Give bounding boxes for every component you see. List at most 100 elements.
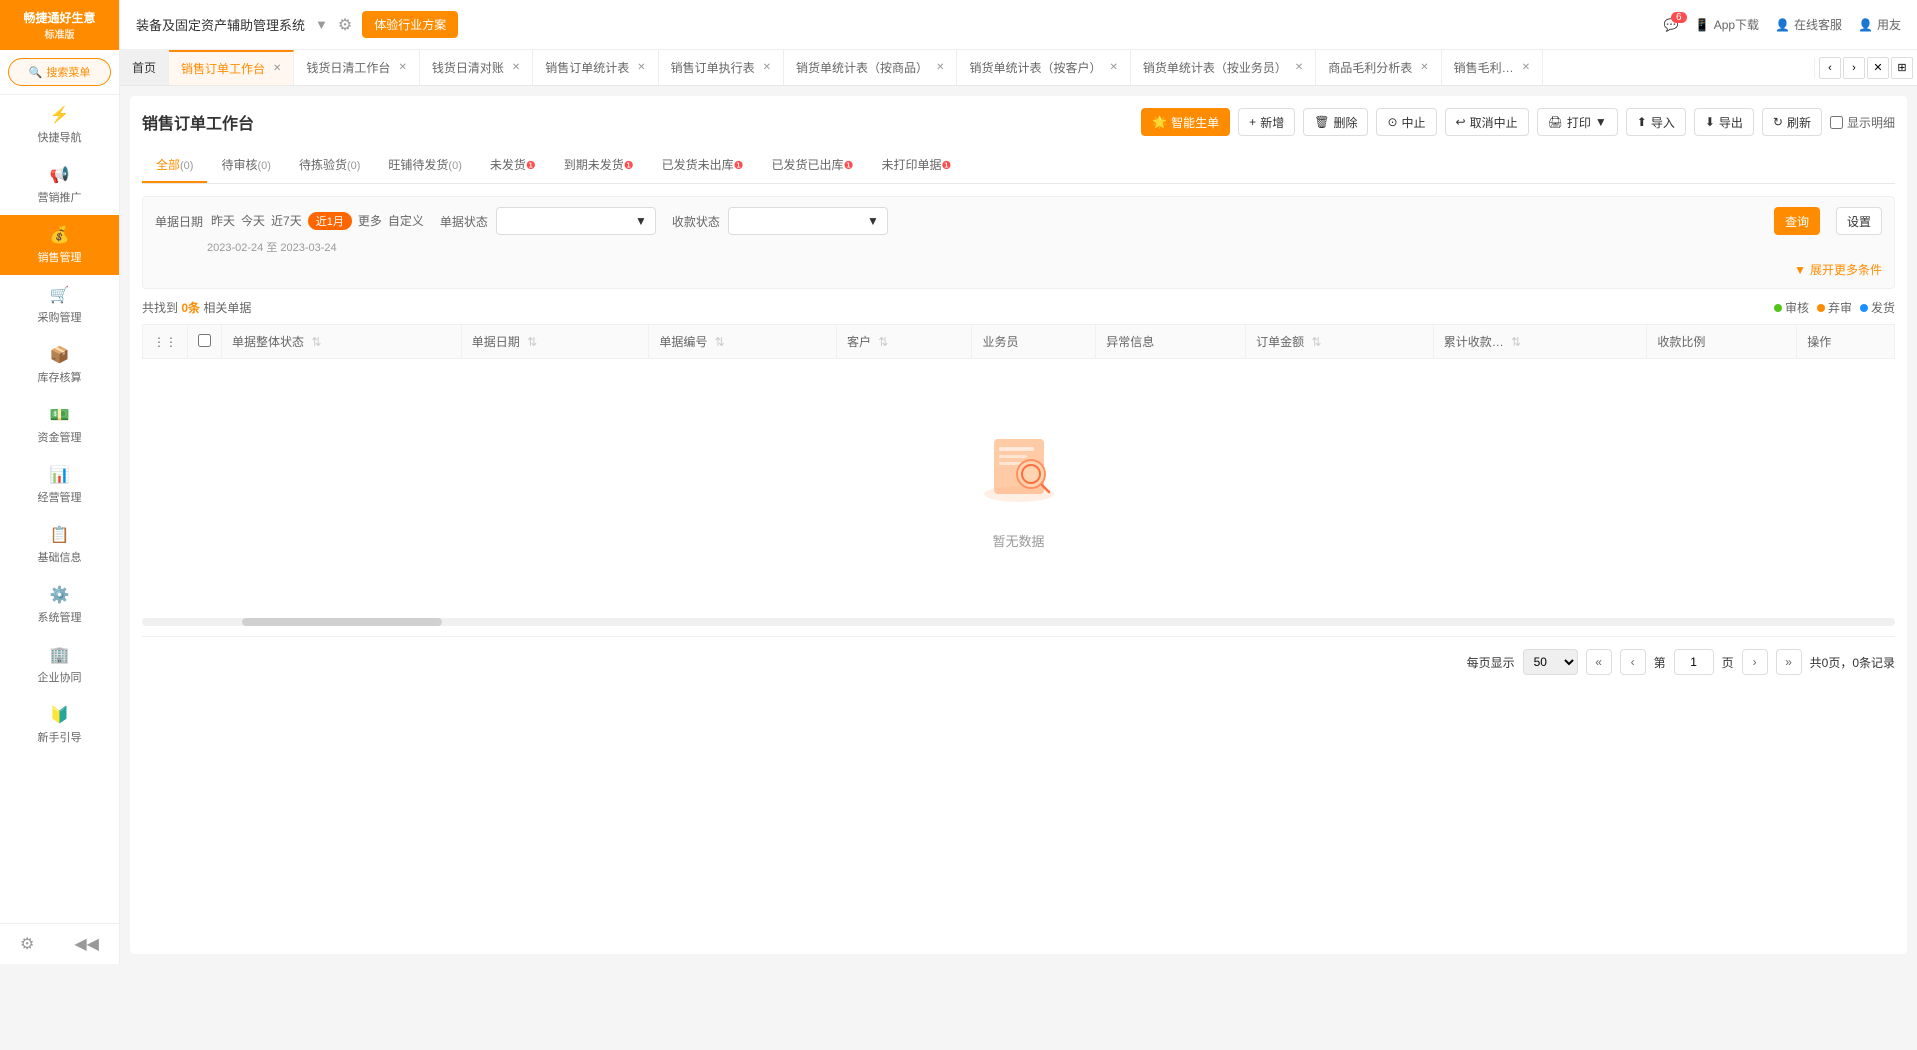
empty-illustration [969, 419, 1069, 519]
payment-select[interactable]: ▼ [728, 207, 888, 235]
search-menu-button[interactable]: 🔍 搜索菜单 [8, 58, 111, 86]
sidebar-item-basic-info[interactable]: 📋 基础信息 [0, 515, 119, 575]
sidebar-item-operations[interactable]: 📊 经营管理 [0, 455, 119, 515]
status-filter-label: 单据状态 [440, 213, 488, 230]
date-today[interactable]: 今天 [241, 212, 265, 230]
tab-close-button[interactable]: ✕ [1420, 62, 1428, 73]
plus-icon: + [1249, 115, 1256, 129]
tab-label: 销售订单工作台 [181, 60, 265, 77]
status-select[interactable]: ▼ [496, 207, 656, 235]
message-button[interactable]: 💬 6 [1664, 18, 1679, 32]
col-order-amount[interactable]: 订单金额 ⇅ [1246, 325, 1434, 359]
tab-sales-stats[interactable]: 销售订单统计表 ✕ [533, 50, 658, 86]
export-button[interactable]: ⬇ 导出 [1694, 108, 1754, 136]
app-download-link[interactable]: 📱 App下载 [1695, 16, 1759, 33]
sub-tab-shipped-not-out[interactable]: 已发货未出库❶ [648, 148, 758, 183]
first-page-button[interactable]: « [1586, 649, 1612, 675]
system-dropdown-button[interactable]: ▼ [315, 17, 328, 32]
filter-settings-button[interactable]: 设置 [1836, 207, 1882, 235]
date-custom[interactable]: 自定义 [388, 212, 424, 230]
sidebar-item-system-mgmt[interactable]: ⚙️ 系统管理 [0, 575, 119, 635]
sidebar-item-inventory[interactable]: 📦 库存核算 [0, 335, 119, 395]
tab-close-button[interactable]: ✕ [1109, 62, 1117, 73]
query-button[interactable]: 查询 [1774, 207, 1820, 235]
cancel-suspend-button[interactable]: ↩ 取消中止 [1445, 108, 1529, 136]
tab-close-button[interactable]: ✕ [273, 63, 281, 74]
tab-sales-by-staff[interactable]: 销货单统计表（按业务员） ✕ [1131, 50, 1316, 86]
tab-cash-reconcile[interactable]: 钱货日清对账 ✕ [420, 50, 533, 86]
expand-filter-button[interactable]: ▼ 展开更多条件 [1794, 261, 1882, 278]
table-header-row: ⋮⋮ 单据整体状态 ⇅ 单据日期 ⇅ 单据编号 ⇅ 客户 [143, 325, 1895, 359]
user-menu-button[interactable]: 👤 用友 [1858, 16, 1901, 33]
tab-sales-gross[interactable]: 销售毛利… ✕ [1442, 50, 1543, 86]
sub-tab-unshipped[interactable]: 未发货❶ [476, 148, 550, 183]
tab-next-button[interactable]: › [1843, 57, 1865, 79]
sidebar-item-quick-nav[interactable]: ⚡ 快捷导航 [0, 95, 119, 155]
import-button[interactable]: ⬆ 导入 [1626, 108, 1686, 136]
tab-sales-exec[interactable]: 销售订单执行表 ✕ [659, 50, 784, 86]
tab-home[interactable]: 首页 [120, 50, 169, 86]
sub-tab-pending-check[interactable]: 待拣验货(0) [285, 148, 374, 183]
horizontal-scrollbar[interactable] [142, 618, 1895, 626]
tab-close-button[interactable]: ✕ [512, 62, 520, 73]
tab-close-button[interactable]: ✕ [1295, 62, 1303, 73]
last-page-button[interactable]: » [1776, 649, 1802, 675]
tab-sales-workbench[interactable]: 销售订单工作台 ✕ [169, 50, 294, 86]
tab-close-all-button[interactable]: ✕ [1867, 57, 1889, 79]
show-details-checkbox[interactable] [1830, 116, 1843, 129]
bulk-abandon-button[interactable]: 弃审 [1817, 299, 1852, 316]
sub-tab-unprinted[interactable]: 未打印单据❶ [867, 148, 965, 183]
sidebar-item-label: 营销推广 [38, 189, 82, 205]
tab-cash-clearance[interactable]: 钱货日清工作台 ✕ [294, 50, 419, 86]
date-yesterday[interactable]: 昨天 [211, 212, 235, 230]
delete-button[interactable]: 🗑 删除 [1303, 108, 1368, 136]
prev-page-button[interactable]: ‹ [1620, 649, 1646, 675]
tab-close-button[interactable]: ✕ [763, 62, 771, 73]
scroll-thumb[interactable] [242, 618, 442, 626]
tab-prev-button[interactable]: ‹ [1819, 57, 1841, 79]
sidebar-item-sales-mgmt[interactable]: 💰 销售管理 [0, 215, 119, 275]
sidebar-item-purchase-mgmt[interactable]: 🛒 采购管理 [0, 275, 119, 335]
add-button[interactable]: + 新增 [1238, 108, 1295, 136]
sidebar-item-enterprise[interactable]: 🏢 企业协同 [0, 635, 119, 695]
sub-tab-all[interactable]: 全部(0) [142, 148, 207, 183]
sub-tab-shipped-out[interactable]: 已发货已出库❶ [758, 148, 868, 183]
sidebar-item-new-guide[interactable]: 🔰 新手引导 [0, 695, 119, 755]
payment-filter-group: 收款状态 ▼ [672, 207, 888, 235]
page-size-select[interactable]: 20 50 100 200 [1523, 649, 1578, 675]
page-number-input[interactable] [1674, 649, 1714, 675]
settings-gear-button[interactable]: ⚙ [20, 934, 34, 954]
tab-maximize-button[interactable]: ⊞ [1891, 57, 1913, 79]
date-last7[interactable]: 近7天 [271, 212, 302, 230]
sub-tab-overdue-unshipped[interactable]: 到期未发货❶ [550, 148, 648, 183]
suspend-button[interactable]: ⊙ 中止 [1376, 108, 1436, 136]
tab-close-button[interactable]: ✕ [398, 62, 406, 73]
sidebar-item-finance[interactable]: 💵 资金管理 [0, 395, 119, 455]
print-button[interactable]: 🖨 打印 ▼ [1537, 108, 1618, 136]
collapse-sidebar-button[interactable]: ◀◀ [74, 934, 99, 954]
online-service-link[interactable]: 👤 在线客服 [1775, 16, 1842, 33]
header-settings-button[interactable]: ⚙ [338, 15, 352, 35]
date-more[interactable]: 更多 [358, 212, 382, 230]
tab-close-button[interactable]: ✕ [936, 62, 944, 73]
select-all-checkbox[interactable] [198, 334, 211, 347]
tab-close-button[interactable]: ✕ [637, 62, 645, 73]
bulk-review-button[interactable]: 审核 [1774, 299, 1809, 316]
next-page-button[interactable]: › [1742, 649, 1768, 675]
tab-sales-by-product[interactable]: 销货单统计表（按商品） ✕ [784, 50, 957, 86]
sidebar-item-marketing[interactable]: 📢 营销推广 [0, 155, 119, 215]
sub-tab-pending-review[interactable]: 待审核(0) [207, 148, 284, 183]
bulk-ship-button[interactable]: 发货 [1860, 299, 1895, 316]
smart-create-button[interactable]: 🌟 智能生单 [1141, 108, 1230, 136]
col-doc-date[interactable]: 单据日期 ⇅ [461, 325, 649, 359]
refresh-button[interactable]: ↻ 刷新 [1762, 108, 1822, 136]
col-customer[interactable]: 客户 ⇅ [836, 325, 972, 359]
sub-tab-shop-pending-ship[interactable]: 旺铺待发货(0) [374, 148, 475, 183]
tab-gross-margin[interactable]: 商品毛利分析表 ✕ [1316, 50, 1441, 86]
col-cumulative-payment[interactable]: 累计收款… ⇅ [1433, 325, 1647, 359]
col-doc-number[interactable]: 单据编号 ⇅ [649, 325, 837, 359]
tab-sales-by-customer[interactable]: 销货单统计表（按客户） ✕ [957, 50, 1130, 86]
industry-solution-button[interactable]: 体验行业方案 [362, 11, 458, 38]
date-last-month[interactable]: 近1月 [308, 212, 352, 230]
tab-close-button[interactable]: ✕ [1522, 62, 1530, 73]
